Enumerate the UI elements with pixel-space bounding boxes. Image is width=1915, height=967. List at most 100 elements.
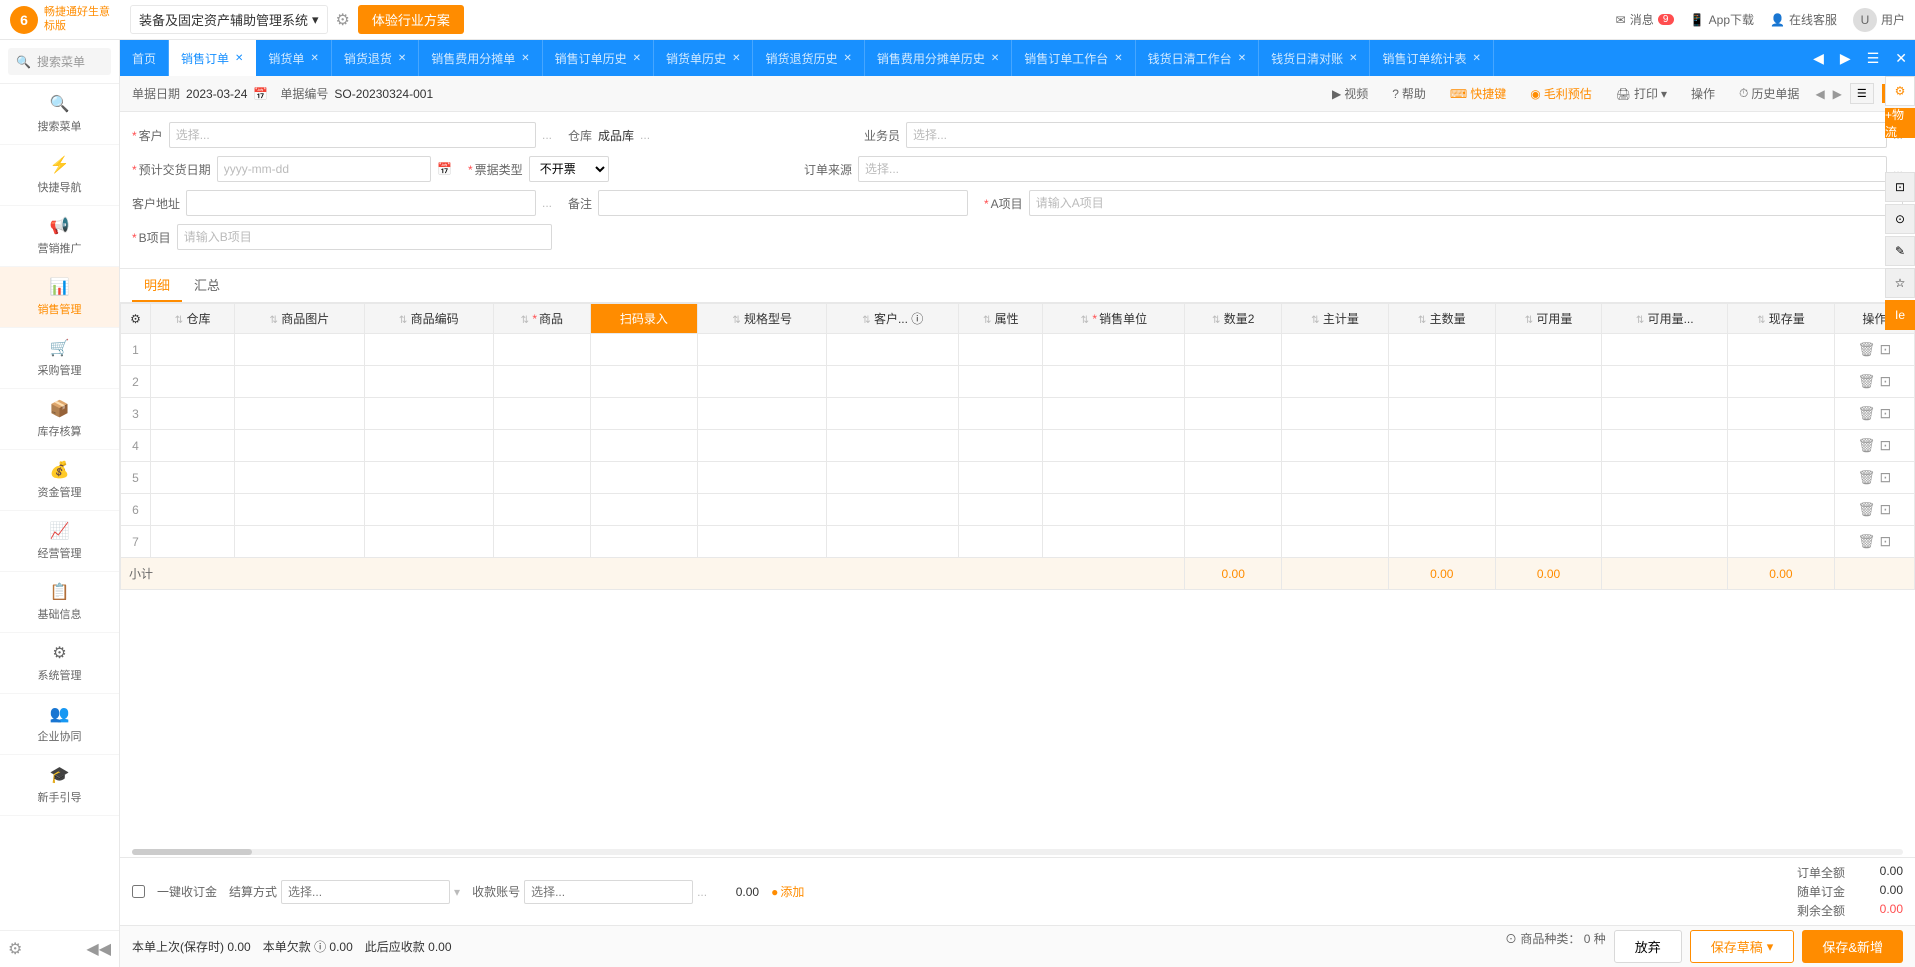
operate-btn[interactable]: 操作 (1683, 82, 1723, 105)
tab-close-icon[interactable]: ✕ (1473, 53, 1481, 64)
save-draft-btn[interactable]: 保存草稿 ▾ (1690, 930, 1795, 963)
tab-summary[interactable]: 汇总 (182, 269, 232, 302)
row-stock[interactable] (1728, 462, 1835, 494)
row-main-qty[interactable] (1388, 462, 1495, 494)
right-tool-5[interactable]: Ie (1885, 300, 1915, 330)
customer-input[interactable] (169, 122, 536, 148)
sidebar-search-btn[interactable]: 🔍 搜索菜单 (8, 48, 111, 75)
row-copy-btn[interactable]: ⊡ (1879, 341, 1891, 358)
tab-item-销售订单历史[interactable]: 销售订单历史 ✕ (543, 40, 654, 76)
sidebar-item-企业协同[interactable]: 👥 企业协同 (0, 694, 119, 755)
tab-item-销售订单工作台[interactable]: 销售订单工作台 ✕ (1012, 40, 1135, 76)
row-available2[interactable] (1602, 462, 1728, 494)
row-spec[interactable] (698, 430, 827, 462)
row-warehouse[interactable] (151, 430, 235, 462)
row-delete-btn[interactable]: 🗑 (1858, 469, 1876, 486)
method-input[interactable] (281, 880, 450, 904)
app-download-item[interactable]: 📱 App下载 (1690, 11, 1754, 28)
row-main-unit[interactable] (1282, 430, 1389, 462)
save-new-btn[interactable]: 保存&新增 (1802, 930, 1903, 963)
row-product[interactable] (493, 494, 590, 526)
row-qty2[interactable] (1185, 494, 1282, 526)
sidebar-item-采购管理[interactable]: 🛒 采购管理 (0, 328, 119, 389)
row-attr[interactable] (959, 526, 1043, 558)
row-warehouse[interactable] (151, 462, 235, 494)
tab-close-icon[interactable]: ✕ (1238, 53, 1246, 64)
table-container[interactable]: ⚙ ⇅ 仓库 ⇅ 商品图片 ⇅ 商品编码 ⇅ *商品 扫码录入 ⇅ 规格型号 ⇅… (120, 303, 1915, 847)
row-warehouse[interactable] (151, 398, 235, 430)
row-customer-code[interactable] (827, 430, 959, 462)
row-main-qty[interactable] (1388, 526, 1495, 558)
sidebar-item-新手引导[interactable]: 🎓 新手引导 (0, 755, 119, 816)
row-customer-code[interactable] (827, 334, 959, 366)
row-product[interactable] (493, 462, 590, 494)
row-copy-btn[interactable]: ⊡ (1879, 501, 1891, 518)
history-btn[interactable]: ⏱ 历史单据 (1731, 82, 1807, 105)
row-main-unit[interactable] (1282, 462, 1389, 494)
row-code[interactable] (364, 494, 493, 526)
right-tool-2[interactable]: ⊙ (1885, 204, 1915, 234)
sidebar-item-系统管理[interactable]: ⚙ 系统管理 (0, 633, 119, 694)
row-copy-btn[interactable]: ⊡ (1879, 373, 1891, 390)
delivery-input[interactable] (217, 156, 431, 182)
row-unit[interactable] (1043, 398, 1185, 430)
row-stock[interactable] (1728, 494, 1835, 526)
row-available[interactable] (1495, 334, 1602, 366)
row-available[interactable] (1495, 494, 1602, 526)
row-spec[interactable] (698, 398, 827, 430)
row-code[interactable] (364, 334, 493, 366)
help-btn[interactable]: ? 帮助 (1384, 82, 1434, 105)
row-qty2[interactable] (1185, 398, 1282, 430)
row-code[interactable] (364, 366, 493, 398)
row-unit[interactable] (1043, 526, 1185, 558)
right-tool-1[interactable]: ⊡ (1885, 172, 1915, 202)
industry-btn[interactable]: 体验行业方案 (358, 5, 464, 34)
row-unit[interactable] (1043, 462, 1185, 494)
tab-prev-btn[interactable]: ◀ (1805, 40, 1832, 76)
row-warehouse[interactable] (151, 494, 235, 526)
tab-close-icon[interactable]: ✕ (521, 53, 529, 64)
row-code[interactable] (364, 430, 493, 462)
row-stock[interactable] (1728, 430, 1835, 462)
message-item[interactable]: ✉ 消息 9 (1616, 11, 1674, 28)
tab-close-icon[interactable]: ✕ (991, 53, 999, 64)
row-available[interactable] (1495, 526, 1602, 558)
list-view-btn[interactable]: ☰ (1850, 83, 1874, 104)
row-available2[interactable] (1602, 526, 1728, 558)
row-customer-code[interactable] (827, 494, 959, 526)
row-unit[interactable] (1043, 430, 1185, 462)
sidebar-item-经营管理[interactable]: 📈 经营管理 (0, 511, 119, 572)
account-input[interactable] (524, 880, 693, 904)
calendar-icon[interactable]: 📅 (253, 87, 268, 101)
tab-close-icon[interactable]: ✕ (1349, 53, 1357, 64)
row-delete-btn[interactable]: 🗑 (1858, 437, 1876, 454)
nav-prev-icon[interactable]: ◀ (1815, 87, 1824, 101)
invoice-select[interactable]: 不开票 (529, 156, 609, 182)
row-spec[interactable] (698, 462, 827, 494)
tab-item-销售订单[interactable]: 销售订单 ✕ (169, 40, 256, 76)
row-code[interactable] (364, 462, 493, 494)
system-name-display[interactable]: 装备及固定资产辅助管理系统 ▾ (130, 5, 328, 34)
tab-close-icon[interactable]: ✕ (633, 53, 641, 64)
row-qty2[interactable] (1185, 462, 1282, 494)
row-warehouse[interactable] (151, 334, 235, 366)
row-main-qty[interactable] (1388, 334, 1495, 366)
row-product[interactable] (493, 398, 590, 430)
shortcut-btn[interactable]: ⌨ 快捷键 (1442, 82, 1514, 105)
row-main-unit[interactable] (1282, 366, 1389, 398)
row-copy-btn[interactable]: ⊡ (1879, 533, 1891, 550)
row-copy-btn[interactable]: ⊡ (1879, 405, 1891, 422)
row-stock[interactable] (1728, 334, 1835, 366)
view-btn[interactable]: ▶ 视频 (1324, 82, 1376, 105)
row-stock[interactable] (1728, 398, 1835, 430)
horizontal-scrollbar[interactable] (132, 849, 1903, 855)
print-btn[interactable]: 🖨 打印 ▾ (1608, 82, 1675, 105)
discard-btn[interactable]: 放弃 (1614, 930, 1682, 963)
tab-item-销货退货历史[interactable]: 销货退货历史 ✕ (753, 40, 864, 76)
remark-input[interactable] (598, 190, 968, 216)
row-customer-code[interactable] (827, 462, 959, 494)
row-warehouse[interactable] (151, 526, 235, 558)
tab-next-btn[interactable]: ▶ (1832, 40, 1859, 76)
address-input[interactable] (186, 190, 536, 216)
tab-item-销货单历史[interactable]: 销货单历史 ✕ (654, 40, 753, 76)
